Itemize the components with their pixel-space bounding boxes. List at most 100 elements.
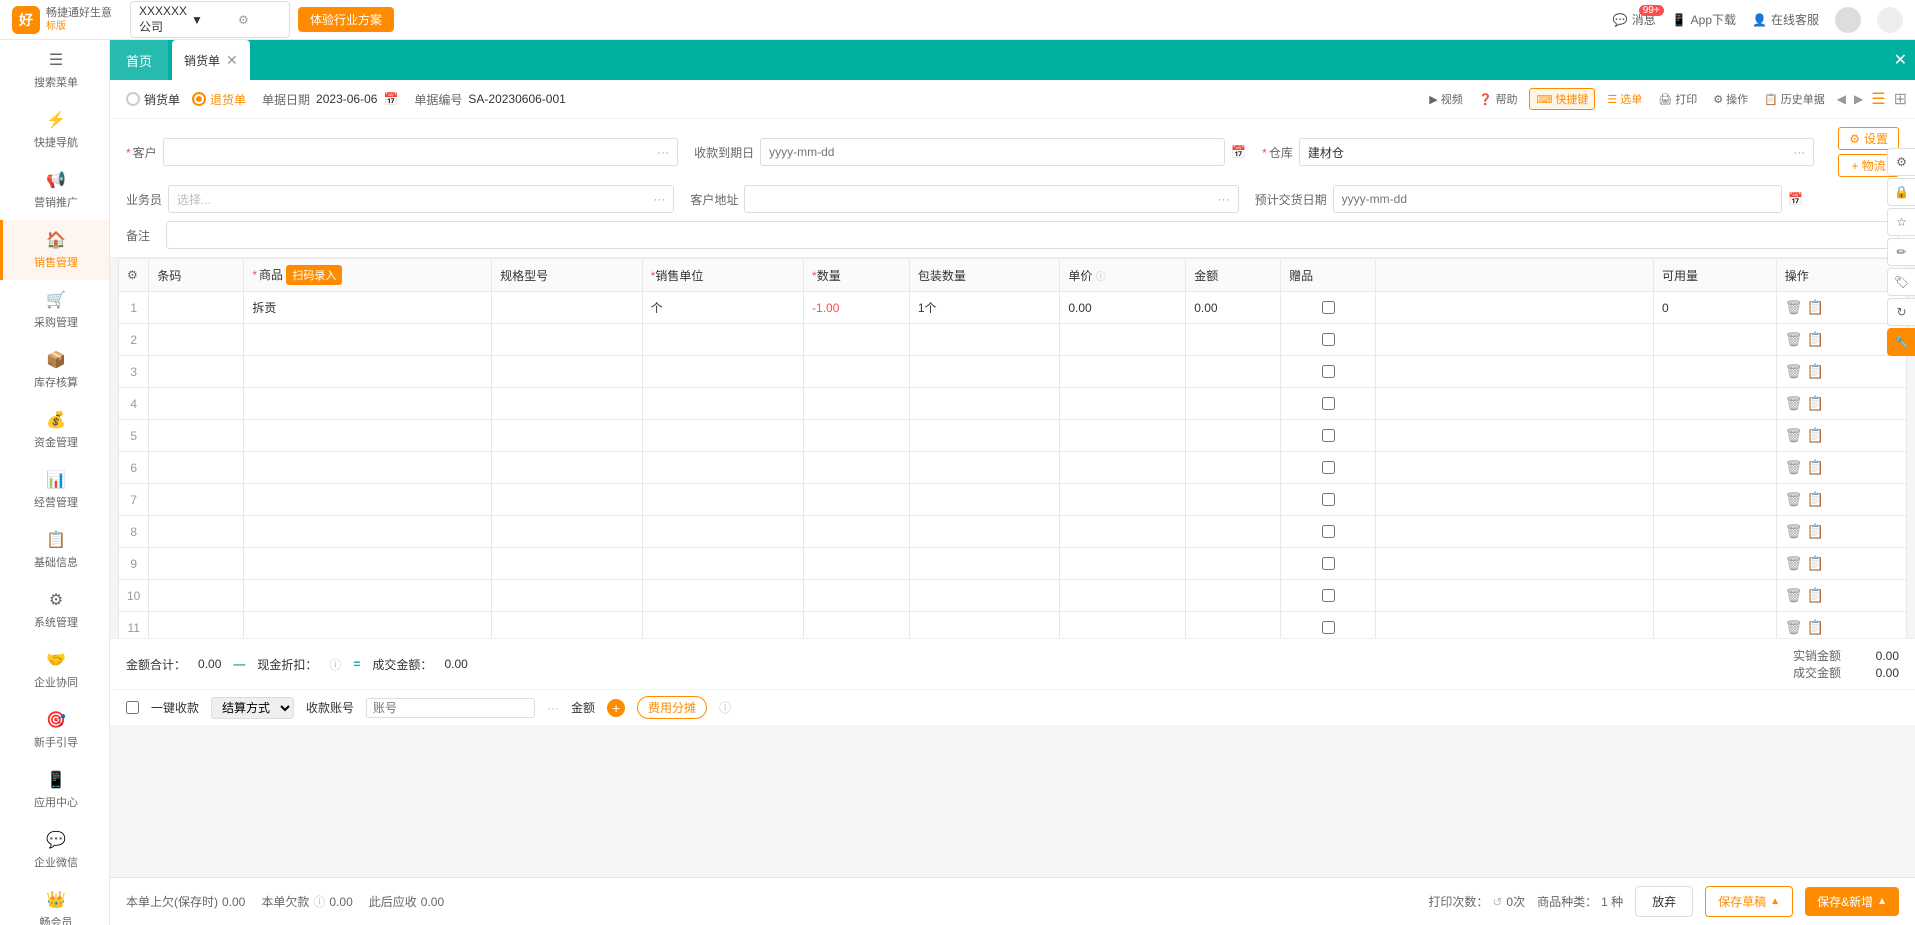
copy-icon[interactable]: 📋 [1807,427,1824,444]
qty-cell[interactable] [804,548,910,580]
barcode-cell[interactable] [149,356,244,388]
ops-cell[interactable]: 🗑 📋 [1776,580,1906,612]
settlement-method-select[interactable]: 结算方式 [211,697,294,719]
rsp-edit-btn[interactable]: ✏ [1887,238,1915,266]
gift-cell[interactable] [1281,612,1376,639]
spec-cell[interactable] [492,292,643,324]
price-cell[interactable] [1060,356,1186,388]
spec-cell[interactable] [492,580,643,612]
select-btn[interactable]: ☰ 选单 [1603,89,1646,109]
list-view-icon[interactable]: ☰ [1871,89,1885,109]
price-cell[interactable] [1060,324,1186,356]
unit-cell[interactable] [642,420,803,452]
price-cell[interactable] [1060,452,1186,484]
amount-cell[interactable] [1186,420,1281,452]
gift-cell[interactable] [1281,452,1376,484]
unit-cell[interactable] [642,356,803,388]
gift-cell[interactable] [1281,420,1376,452]
add-payment-btn[interactable]: + [607,699,625,717]
amount-cell[interactable] [1186,356,1281,388]
tab-home[interactable]: 首页 [110,40,168,80]
ops-cell[interactable]: 🗑 📋 [1776,420,1906,452]
delete-icon[interactable]: 🗑 [1785,395,1803,412]
delete-icon[interactable]: 🗑 [1785,459,1803,476]
spec-cell[interactable] [492,548,643,580]
delete-icon[interactable]: 🗑 [1785,427,1803,444]
delete-icon[interactable]: 🗑 [1785,299,1803,316]
copy-icon[interactable]: 📋 [1807,523,1824,540]
sidebar-item-quick-nav[interactable]: ⚡ 快捷导航 [0,100,109,160]
history-btn[interactable]: 📋 历史单据 [1760,89,1829,109]
warehouse-input[interactable]: 建材仓 ··· [1299,138,1814,166]
rsp-refresh-btn[interactable]: ↻ [1887,298,1915,326]
print-btn[interactable]: 🖨 打印 [1654,89,1701,109]
qty-cell[interactable] [804,324,910,356]
delete-icon[interactable]: 🗑 [1785,619,1803,636]
gift-cell[interactable] [1281,292,1376,324]
grid-view-icon[interactable]: ⊞ [1894,89,1907,109]
unit-cell[interactable] [642,388,803,420]
gift-cell[interactable] [1281,484,1376,516]
sidebar-item-collab[interactable]: 🤝 企业协同 [0,640,109,700]
rsp-tool-btn[interactable]: 🔧 [1887,328,1915,356]
sidebar-item-marketing[interactable]: 📢 营销推广 [0,160,109,220]
copy-icon[interactable]: 📋 [1807,395,1824,412]
spec-cell[interactable] [492,612,643,639]
copy-icon[interactable]: 📋 [1807,459,1824,476]
unit-cell[interactable] [642,452,803,484]
trial-btn[interactable]: 体验行业方案 [298,7,394,32]
unit-cell[interactable] [642,484,803,516]
sidebar-item-wechat[interactable]: 💬 企业微信 [0,820,109,880]
spec-cell[interactable] [492,484,643,516]
product-cell[interactable] [244,516,492,548]
price-cell[interactable]: 0.00 [1060,292,1186,324]
table-container[interactable]: ⚙ 条码 商品 扫码录入 规格型号 *销售单位 *数量 包装数量 [118,258,1907,638]
unit-cell[interactable] [642,580,803,612]
qty-cell[interactable]: -1.00 [804,292,910,324]
sidebar-item-app[interactable]: 📱 应用中心 [0,760,109,820]
unit-cell[interactable] [642,324,803,356]
ops-cell[interactable]: 🗑 📋 [1776,548,1906,580]
amount-cell[interactable] [1186,580,1281,612]
spec-cell[interactable] [492,420,643,452]
amount-cell[interactable]: 0.00 [1186,292,1281,324]
sidebar-item-finance[interactable]: 💰 资金管理 [0,400,109,460]
delivery-date-input[interactable] [1333,185,1782,213]
qty-cell[interactable] [804,452,910,484]
pkg-qty-cell[interactable] [909,388,1060,420]
avatar[interactable] [1835,7,1861,33]
customer-input[interactable]: ··· [163,138,678,166]
sidebar-item-sales[interactable]: 🏠 销售管理 [0,220,109,280]
pkg-qty-cell[interactable] [909,356,1060,388]
product-cell[interactable] [244,580,492,612]
amount-cell[interactable] [1186,484,1281,516]
delete-icon[interactable]: 🗑 [1785,587,1803,604]
sidebar-item-search-order[interactable]: ☰ 搜索菜单 [0,40,109,100]
dots-icon[interactable]: ··· [547,701,559,715]
barcode-cell[interactable] [149,580,244,612]
radio-return[interactable]: 退货单 [192,91,246,108]
ops-cell[interactable]: 🗑 📋 [1776,516,1906,548]
amount-cell[interactable] [1186,452,1281,484]
pkg-qty-cell[interactable]: 1个 [909,292,1060,324]
price-cell[interactable] [1060,484,1186,516]
one-click-checkbox[interactable] [126,701,139,714]
collection-date-input[interactable] [760,138,1225,166]
pkg-qty-cell[interactable] [909,324,1060,356]
qty-cell[interactable] [804,612,910,639]
qty-cell[interactable] [804,356,910,388]
qty-cell[interactable] [804,580,910,612]
gift-cell[interactable] [1281,388,1376,420]
price-cell[interactable] [1060,612,1186,639]
gift-cell[interactable] [1281,324,1376,356]
product-cell[interactable] [244,388,492,420]
sidebar-item-basic[interactable]: 📋 基础信息 [0,520,109,580]
barcode-cell[interactable] [149,388,244,420]
price-cell[interactable] [1060,420,1186,452]
barcode-cell[interactable] [149,612,244,639]
amount-cell[interactable] [1186,324,1281,356]
qty-cell[interactable] [804,516,910,548]
expense-btn[interactable]: 费用分摊 [637,696,707,719]
amount-cell[interactable] [1186,612,1281,639]
gear-icon[interactable]: ⚙ [238,13,281,27]
